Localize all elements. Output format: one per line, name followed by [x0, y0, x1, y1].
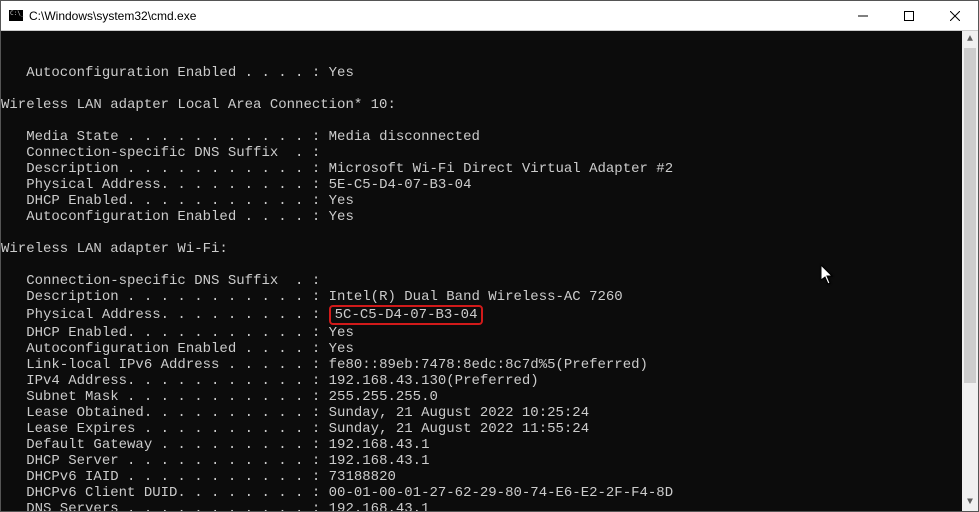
field-value: 255.255.255.0 [329, 389, 438, 405]
adapter-field: Description . . . . . . . . . . . : Micr… [1, 161, 978, 177]
field-value: Microsoft Wi-Fi Direct Virtual Adapter #… [329, 161, 673, 177]
close-button[interactable] [932, 1, 978, 30]
adapter-header: Wireless LAN adapter Wi-Fi: [1, 241, 978, 257]
field-label: Subnet Mask . . . . . . . . . . . : [1, 389, 329, 405]
field-label: Default Gateway . . . . . . . . . : [1, 437, 329, 453]
adapter-field: DHCP Server . . . . . . . . . . . : 192.… [1, 453, 978, 469]
field-value: Yes [329, 209, 354, 225]
field-label: Autoconfiguration Enabled . . . . : [1, 65, 329, 81]
field-label: Lease Obtained. . . . . . . . . . : [1, 405, 329, 421]
blank-line [1, 257, 978, 273]
field-label: Physical Address. . . . . . . . . : [1, 307, 329, 323]
blank-line [1, 81, 978, 97]
adapter-field: Link-local IPv6 Address . . . . . : fe80… [1, 357, 978, 373]
adapter-header: Wireless LAN adapter Local Area Connecti… [1, 97, 978, 113]
adapter-field: Connection-specific DNS Suffix . : [1, 145, 978, 161]
field-value: Media disconnected [329, 129, 480, 145]
field-value: 73188820 [329, 469, 396, 485]
field-label: DHCPv6 IAID . . . . . . . . . . . : [1, 469, 329, 485]
titlebar[interactable]: C:\Windows\system32\cmd.exe [1, 1, 978, 31]
field-value: 00-01-00-01-27-62-29-80-74-E6-E2-2F-F4-8… [329, 485, 673, 501]
field-label: DHCPv6 Client DUID. . . . . . . . : [1, 485, 329, 501]
scroll-down-arrow-icon[interactable]: ▼ [962, 494, 978, 511]
field-value: 5E-C5-D4-07-B3-04 [329, 177, 472, 193]
adapter-field: Autoconfiguration Enabled . . . . : Yes [1, 341, 978, 357]
maximize-button[interactable] [886, 1, 932, 30]
field-value: Sunday, 21 August 2022 11:55:24 [329, 421, 589, 437]
adapter-field: DHCP Enabled. . . . . . . . . . . : Yes [1, 193, 978, 209]
adapter-field: DHCPv6 IAID . . . . . . . . . . . : 7318… [1, 469, 978, 485]
field-value: 192.168.43.130(Preferred) [329, 373, 539, 389]
field-label: Connection-specific DNS Suffix . : [1, 273, 329, 289]
field-value: Yes [329, 341, 354, 357]
field-label: DNS Servers . . . . . . . . . . . : [1, 501, 329, 511]
blank-line [1, 113, 978, 129]
adapter-field: Media State . . . . . . . . . . . : Medi… [1, 129, 978, 145]
adapter-field: Lease Expires . . . . . . . . . . : Sund… [1, 421, 978, 437]
field-value: 192.168.43.1 [329, 501, 430, 511]
cmd-icon [1, 10, 25, 21]
field-value: 5C-C5-D4-07-B3-04 [329, 305, 484, 325]
window-title: C:\Windows\system32\cmd.exe [25, 9, 840, 23]
field-value: fe80::89eb:7478:8edc:8c7d%5(Preferred) [329, 357, 648, 373]
field-label: Description . . . . . . . . . . . : [1, 289, 329, 305]
field-label: Lease Expires . . . . . . . . . . : [1, 421, 329, 437]
field-value: 192.168.43.1 [329, 437, 430, 453]
field-label: Autoconfiguration Enabled . . . . : [1, 209, 329, 225]
adapter-field: DHCP Enabled. . . . . . . . . . . : Yes [1, 325, 978, 341]
adapter-field: Connection-specific DNS Suffix . : [1, 273, 978, 289]
adapter-field: Lease Obtained. . . . . . . . . . : Sund… [1, 405, 978, 421]
field-label: DHCP Enabled. . . . . . . . . . . : [1, 193, 329, 209]
adapter-field: Default Gateway . . . . . . . . . : 192.… [1, 437, 978, 453]
adapter-field: DHCPv6 Client DUID. . . . . . . . : 00-0… [1, 485, 978, 501]
field-value: Yes [329, 325, 354, 341]
field-label: Link-local IPv6 Address . . . . . : [1, 357, 329, 373]
terminal-output[interactable]: Autoconfiguration Enabled . . . . : Yes … [1, 31, 978, 511]
adapter-field: Physical Address. . . . . . . . . : 5C-C… [1, 305, 978, 325]
vertical-scrollbar[interactable]: ▲ ▼ [962, 31, 978, 511]
field-value: Yes [329, 65, 354, 81]
scroll-up-arrow-icon[interactable]: ▲ [962, 31, 978, 48]
adapter-field: Subnet Mask . . . . . . . . . . . : 255.… [1, 389, 978, 405]
field-label: Autoconfiguration Enabled . . . . : [1, 341, 329, 357]
field-value: Intel(R) Dual Band Wireless-AC 7260 [329, 289, 623, 305]
adapter-field: Description . . . . . . . . . . . : Inte… [1, 289, 978, 305]
field-label: DHCP Enabled. . . . . . . . . . . : [1, 325, 329, 341]
field-label: Physical Address. . . . . . . . . : [1, 177, 329, 193]
adapter-field: Physical Address. . . . . . . . . : 5E-C… [1, 177, 978, 193]
field-label: Connection-specific DNS Suffix . : [1, 145, 329, 161]
field-value: 192.168.43.1 [329, 453, 430, 469]
adapter-field: Autoconfiguration Enabled . . . . : Yes [1, 209, 978, 225]
field-value: Sunday, 21 August 2022 10:25:24 [329, 405, 589, 421]
field-label: IPv4 Address. . . . . . . . . . . : [1, 373, 329, 389]
field-label: DHCP Server . . . . . . . . . . . : [1, 453, 329, 469]
scroll-track[interactable] [962, 48, 978, 494]
cmd-window: C:\Windows\system32\cmd.exe Autoconfigur… [0, 0, 979, 512]
blank-line [1, 225, 978, 241]
adapter-field: DNS Servers . . . . . . . . . . . : 192.… [1, 501, 978, 511]
scroll-thumb[interactable] [964, 48, 976, 383]
adapter-field: IPv4 Address. . . . . . . . . . . : 192.… [1, 373, 978, 389]
field-label: Description . . . . . . . . . . . : [1, 161, 329, 177]
field-value: Yes [329, 193, 354, 209]
field-label: Media State . . . . . . . . . . . : [1, 129, 329, 145]
autoconfig-line: Autoconfiguration Enabled . . . . : Yes [1, 65, 978, 81]
minimize-button[interactable] [840, 1, 886, 30]
